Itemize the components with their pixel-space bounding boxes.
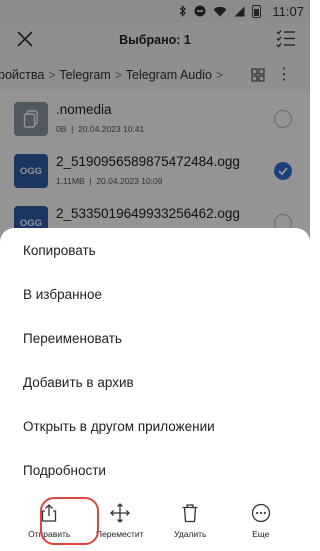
menu-item-open-with[interactable]: Открыть в другом приложении: [0, 404, 310, 448]
delete-button[interactable]: Удалить: [161, 491, 219, 551]
more-horizontal-icon: [251, 503, 270, 523]
more-label: Еще: [252, 529, 270, 539]
more-button[interactable]: Еще: [232, 491, 290, 551]
trash-icon: [182, 504, 198, 523]
menu-item-details[interactable]: Подробности: [0, 448, 310, 492]
highlight-outline: [40, 497, 99, 545]
move-button[interactable]: Переместит: [91, 491, 149, 551]
menu-item-add-to-favorites[interactable]: В избранное: [0, 272, 310, 316]
delete-label: Удалить: [174, 529, 207, 539]
menu-item-rename[interactable]: Переименовать: [0, 316, 310, 360]
menu-item-copy[interactable]: Копировать: [0, 228, 310, 272]
move-icon: [109, 503, 130, 523]
menu-item-add-to-archive[interactable]: Добавить в архив: [0, 360, 310, 404]
move-label: Переместит: [95, 529, 144, 539]
